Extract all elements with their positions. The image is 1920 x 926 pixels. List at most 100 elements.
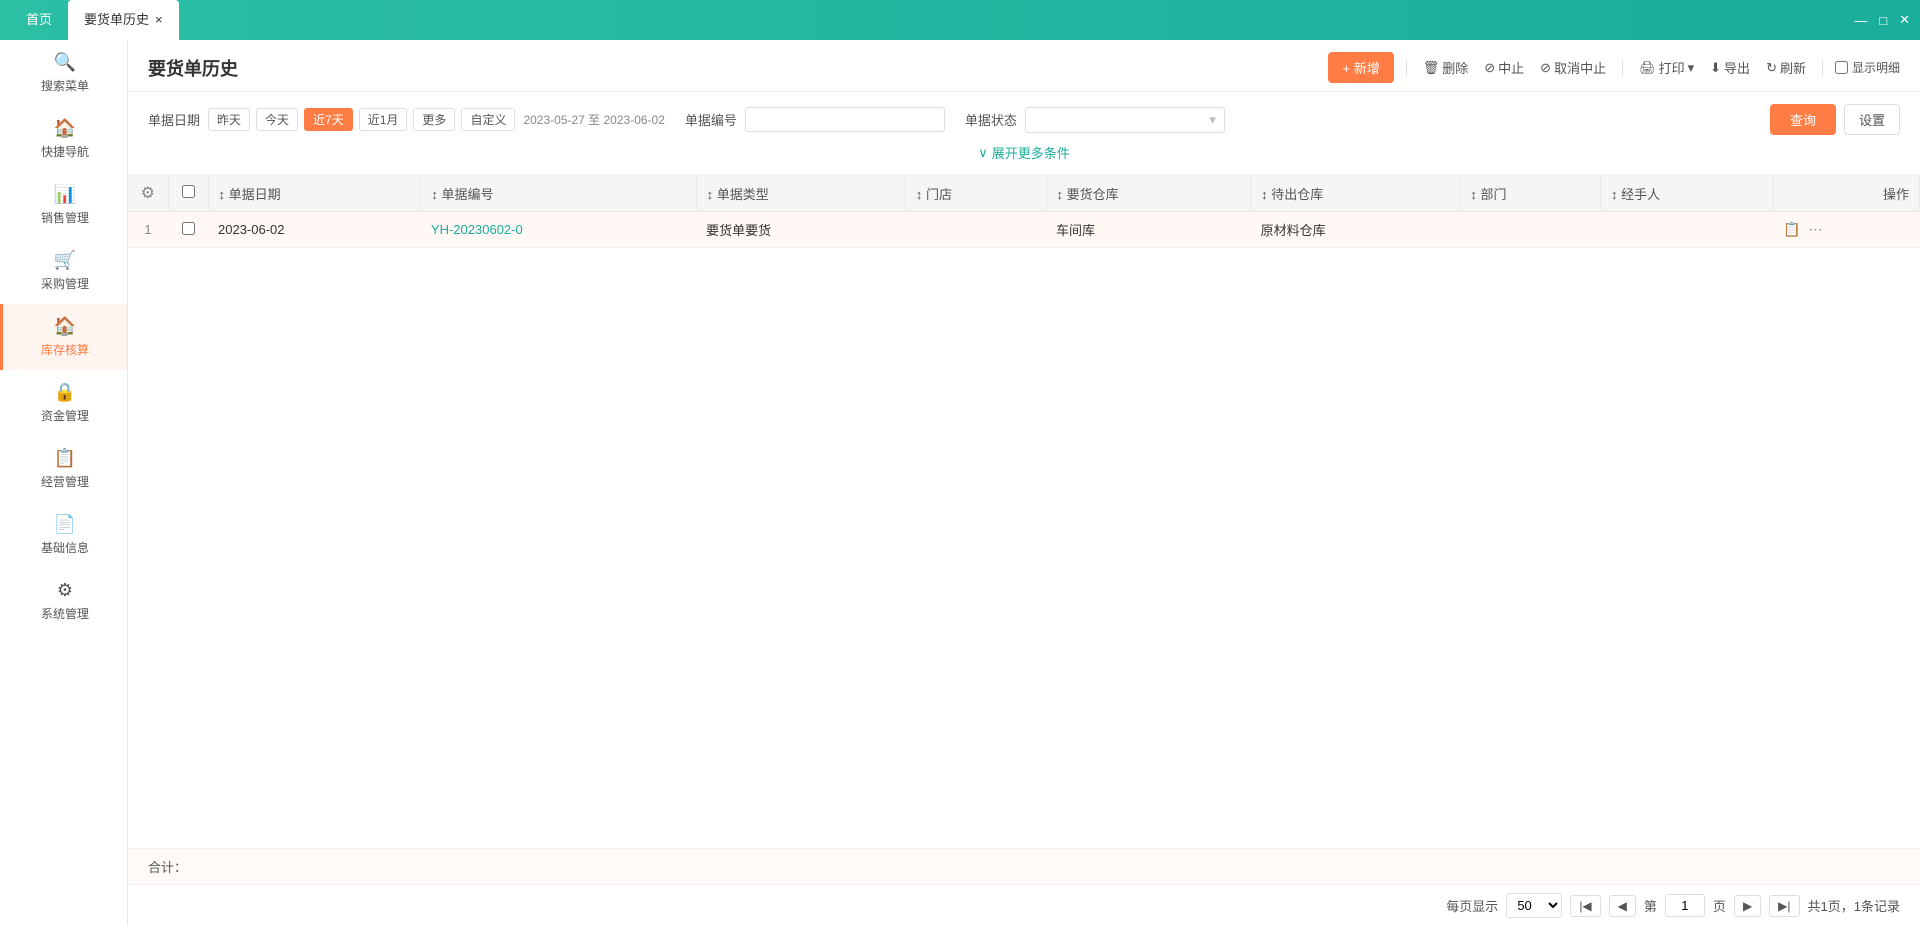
col-bill-no-label: ↕ 单据编号 [431, 187, 493, 202]
setting-button[interactable]: 设置 [1844, 104, 1900, 135]
date-btn-today[interactable]: 今天 [256, 108, 298, 131]
refresh-button[interactable]: ↻ 刷新 [1762, 56, 1810, 79]
data-table: ⚙ ↕ 单据日期 ↕ 单据编号 ↕ 单据类型 [128, 175, 1920, 248]
sidebar-item-label: 快捷导航 [41, 143, 89, 160]
date-btn-1month[interactable]: 近1月 [359, 108, 408, 131]
col-checkbox [168, 175, 208, 212]
cart-icon: 🛒 [54, 250, 76, 271]
sidebar-item-finance[interactable]: 🔒 资金管理 [0, 370, 127, 436]
stop-button[interactable]: ⊘ 中止 [1480, 56, 1528, 79]
window-max-btn[interactable]: □ [1879, 13, 1887, 28]
page-label-pre: 第 [1644, 896, 1657, 915]
settings-gear-icon[interactable]: ⚙ [141, 185, 155, 202]
delete-button[interactable]: 🗑 删除 [1419, 56, 1473, 79]
page-next-btn[interactable]: ▶ [1734, 895, 1761, 917]
cancel-stop-icon: ⊘ [1540, 60, 1551, 76]
sidebar-item-label: 基础信息 [41, 539, 89, 556]
print-label: 打印 [1659, 58, 1685, 77]
sidebar-item-basicinfo[interactable]: 📄 基础信息 [0, 502, 127, 568]
tab-home[interactable]: 首页 [10, 0, 68, 40]
sidebar-item-sales[interactable]: 📊 销售管理 [0, 172, 127, 238]
display-detail-checkbox[interactable] [1835, 61, 1848, 74]
col-bill-no: ↕ 单据编号 [421, 175, 696, 212]
sidebar-item-purchase[interactable]: 🛒 采购管理 [0, 238, 127, 304]
sidebar-item-label: 经营管理 [41, 473, 89, 490]
select-all-checkbox[interactable] [182, 185, 195, 198]
col-department-label: ↕ 部门 [1470, 187, 1506, 202]
row-more-icon[interactable]: ⋯ [1809, 221, 1823, 238]
per-page-select[interactable]: 10 20 50 100 [1506, 893, 1562, 918]
cancel-stop-button[interactable]: ⊘ 取消中止 [1536, 56, 1610, 79]
sidebar-item-label: 系统管理 [41, 605, 89, 622]
sidebar-item-label: 销售管理 [41, 209, 89, 226]
col-store: ↕ 门店 [905, 175, 1046, 212]
col-pending-warehouse: ↕ 待出仓库 [1251, 175, 1460, 212]
query-button[interactable]: 查询 [1770, 104, 1836, 135]
page-header: 要货单历史 + 新增 🗑 删除 ⊘ 中止 ⊘ 取消中止 🖨 [128, 40, 1920, 92]
col-date-label: ↕ 单据日期 [219, 187, 281, 202]
page-input[interactable] [1665, 894, 1705, 917]
print-icon: 🖨 [1639, 60, 1656, 76]
row-view-icon[interactable]: 📋 [1783, 221, 1800, 238]
new-button[interactable]: + 新增 [1328, 52, 1393, 83]
sidebar-item-inventory[interactable]: 🏠 库存核算 [0, 304, 127, 370]
top-bar-right: — □ ✕ [1854, 12, 1910, 28]
export-label: 导出 [1724, 58, 1750, 77]
row-pending-warehouse: 原材料仓库 [1251, 212, 1460, 248]
date-btn-7days[interactable]: 近7天 [304, 108, 353, 131]
table-header-row: ⚙ ↕ 单据日期 ↕ 单据编号 ↕ 单据类型 [128, 175, 1920, 212]
date-btn-yesterday[interactable]: 昨天 [208, 108, 250, 131]
col-date: ↕ 单据日期 [208, 175, 421, 212]
row-bill-type: 要货单要货 [696, 212, 905, 248]
sidebar-item-quicknav[interactable]: 🏠 快捷导航 [0, 106, 127, 172]
date-filter-group: 单据日期 昨天 今天 近7天 近1月 更多 自定义 2023-05-27 至 2… [148, 108, 665, 131]
col-handler-label: ↕ 经手人 [1611, 187, 1660, 202]
export-button[interactable]: ⬇ 导出 [1706, 56, 1754, 79]
sidebar-item-system[interactable]: ⚙ 系统管理 [0, 568, 127, 634]
bill-no-link[interactable]: YH-20230602-0 [431, 222, 523, 237]
inventory-icon: 🏠 [54, 316, 76, 337]
page-last-btn[interactable]: ▶| [1769, 895, 1799, 917]
display-detail-toggle[interactable]: 显示明细 [1835, 59, 1900, 76]
row-department [1460, 212, 1601, 248]
expand-more-btn[interactable]: ∨ 展开更多条件 [978, 143, 1070, 162]
window-close-btn[interactable]: ✕ [1899, 12, 1910, 28]
sidebar-item-label: 采购管理 [41, 275, 89, 292]
status-dropdown-icon: ▾ [1209, 112, 1216, 128]
tab-active[interactable]: 要货单历史 × [68, 0, 179, 40]
window-min-btn[interactable]: — [1854, 13, 1867, 28]
print-dropdown-icon: ▾ [1688, 60, 1695, 76]
delete-icon: 🗑 [1423, 60, 1440, 76]
print-button[interactable]: 🖨 打印 ▾ [1635, 56, 1698, 79]
col-handler: ↕ 经手人 [1600, 175, 1773, 212]
sidebar-item-search[interactable]: 🔍 搜索菜单 [0, 40, 127, 106]
filter-right-actions: 查询 设置 [1770, 104, 1900, 135]
col-pending-warehouse-label: ↕ 待出仓库 [1261, 187, 1323, 202]
page-first-btn[interactable]: |◀ [1570, 895, 1600, 917]
operations-icon: 📋 [54, 448, 76, 469]
chevron-down-icon: ∨ [978, 145, 988, 161]
refresh-label: 刷新 [1780, 58, 1806, 77]
status-label: 单据状态 [965, 110, 1017, 129]
col-actions: 操作 [1773, 175, 1919, 212]
date-btn-custom[interactable]: 自定义 [461, 108, 515, 131]
page-title: 要货单历史 [148, 55, 1328, 81]
cancel-stop-label: 取消中止 [1554, 58, 1606, 77]
home-icon: 🏠 [54, 118, 76, 139]
date-btn-more[interactable]: 更多 [413, 108, 455, 131]
col-settings[interactable]: ⚙ [128, 175, 168, 212]
sidebar-item-operations[interactable]: 📋 经营管理 [0, 436, 127, 502]
header-actions: + 新增 🗑 删除 ⊘ 中止 ⊘ 取消中止 🖨 打印 [1328, 52, 1900, 83]
pagination: 每页显示 10 20 50 100 |◀ ◀ 第 页 ▶ ▶| 共1页，1条记录 [128, 884, 1920, 926]
sidebar-item-label: 库存核算 [41, 341, 89, 358]
table-row: 1 2023-06-02 YH-20230602-0 要货单要货 车间库 原材料… [128, 212, 1920, 248]
status-select[interactable]: ▾ [1025, 107, 1225, 133]
bill-no-input[interactable] [745, 107, 945, 132]
tab-close-btn[interactable]: × [155, 0, 163, 40]
sidebar: 🔍 搜索菜单 🏠 快捷导航 📊 销售管理 🛒 采购管理 🏠 库存核算 🔒 资金管… [0, 40, 128, 926]
finance-icon: 🔒 [54, 382, 76, 403]
stop-label: 中止 [1498, 58, 1524, 77]
page-prev-btn[interactable]: ◀ [1609, 895, 1636, 917]
divider-2 [1622, 60, 1623, 76]
row-select-checkbox[interactable] [182, 222, 195, 235]
